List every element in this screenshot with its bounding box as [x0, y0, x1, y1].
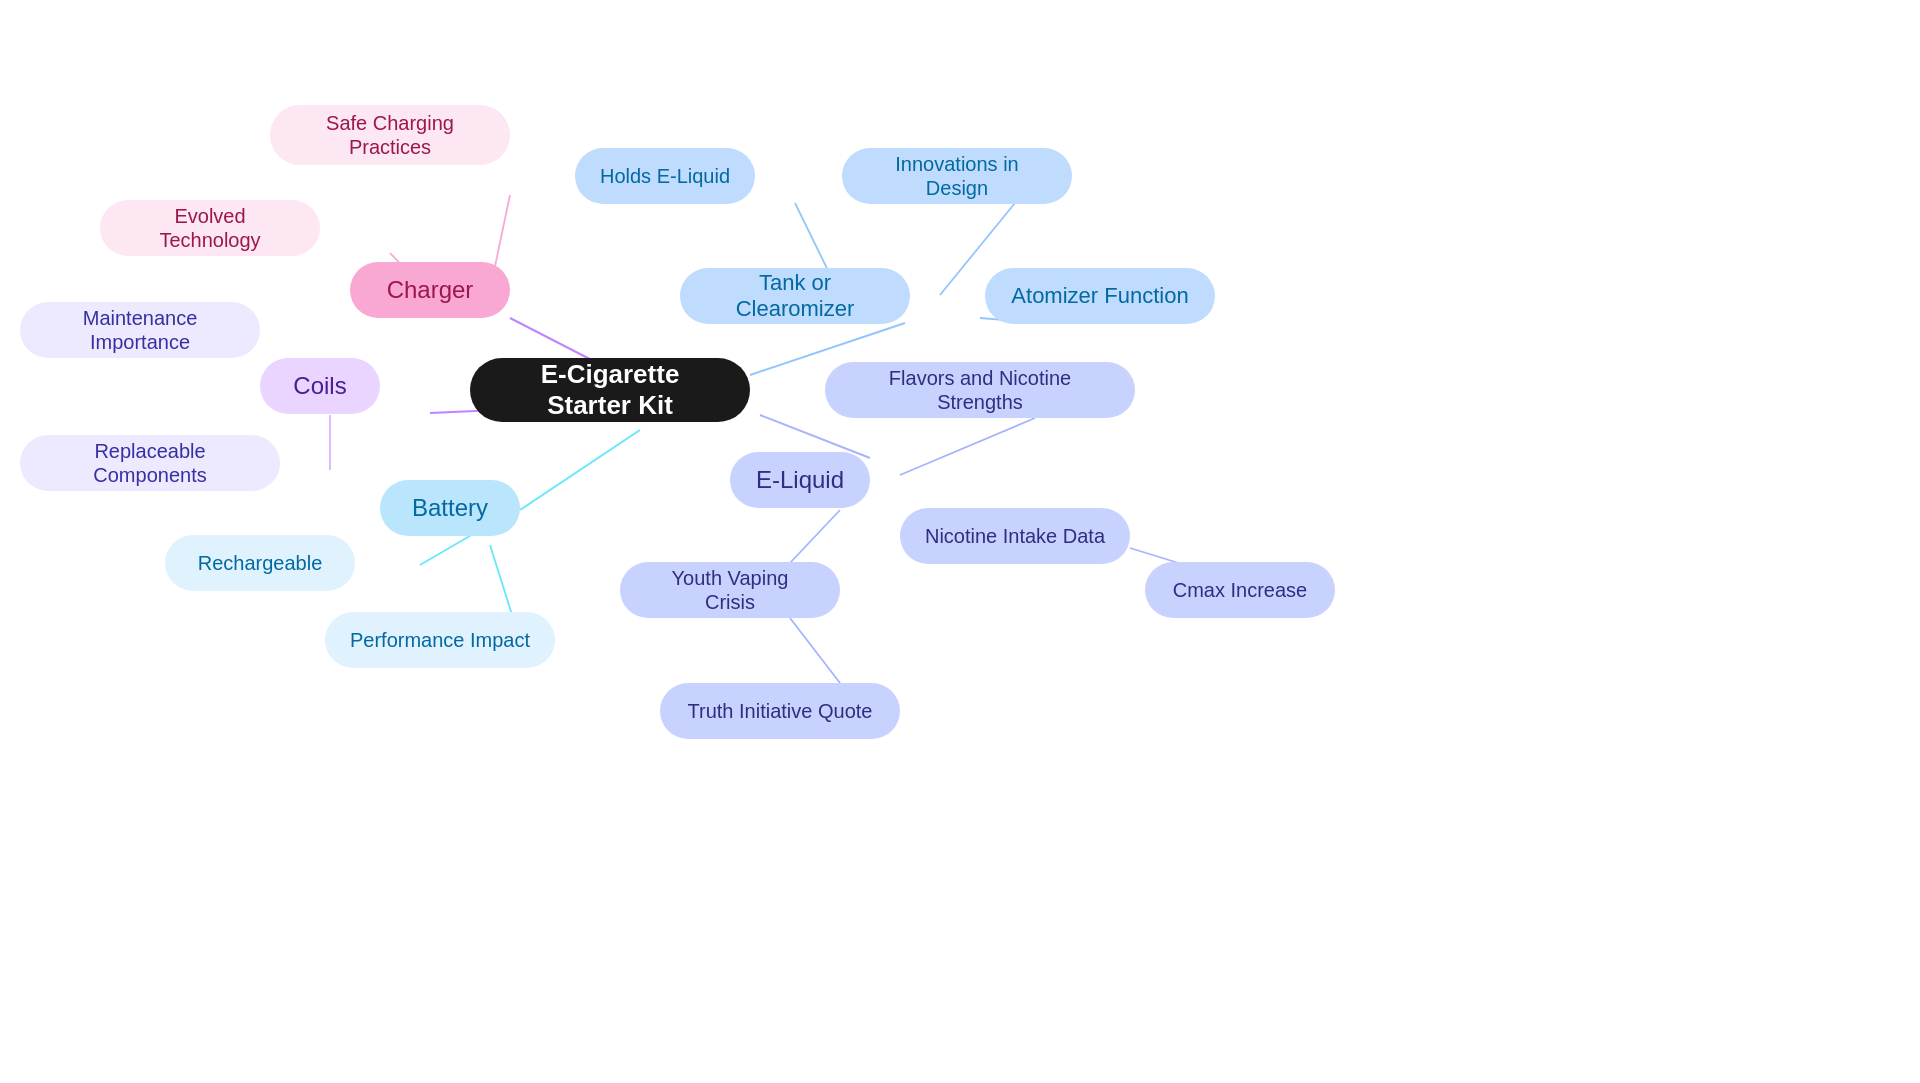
truth-quote-node: Truth Initiative Quote — [660, 683, 900, 739]
maintenance-node: Maintenance Importance — [20, 302, 260, 358]
atomizer-node: Atomizer Function — [985, 268, 1215, 324]
coils-node: Coils — [260, 358, 380, 414]
innovations-node: Innovations in Design — [842, 148, 1072, 204]
flavors-node: Flavors and Nicotine Strengths — [825, 362, 1135, 418]
holds-liquid-node: Holds E-Liquid — [575, 148, 755, 204]
svg-line-15 — [790, 510, 840, 563]
cmax-node: Cmax Increase — [1145, 562, 1335, 618]
tank-node: Tank or Clearomizer — [680, 268, 910, 324]
charger-node: Charger — [350, 262, 510, 318]
nicotine-data-node: Nicotine Intake Data — [900, 508, 1130, 564]
eliquid-node: E-Liquid — [730, 452, 870, 508]
youth-crisis-node: Youth Vaping Crisis — [620, 562, 840, 618]
rechargeable-node: Rechargeable — [165, 535, 355, 591]
svg-line-17 — [790, 618, 840, 683]
battery-node: Battery — [380, 480, 520, 536]
safe-charging-node: Safe Charging Practices — [270, 105, 510, 165]
center-node: E-Cigarette Starter Kit — [470, 358, 750, 422]
performance-node: Performance Impact — [325, 612, 555, 668]
replaceable-node: Replaceable Components — [20, 435, 280, 491]
evolved-tech-node: Evolved Technology — [100, 200, 320, 256]
svg-line-2 — [520, 430, 640, 510]
svg-line-14 — [900, 418, 1035, 475]
